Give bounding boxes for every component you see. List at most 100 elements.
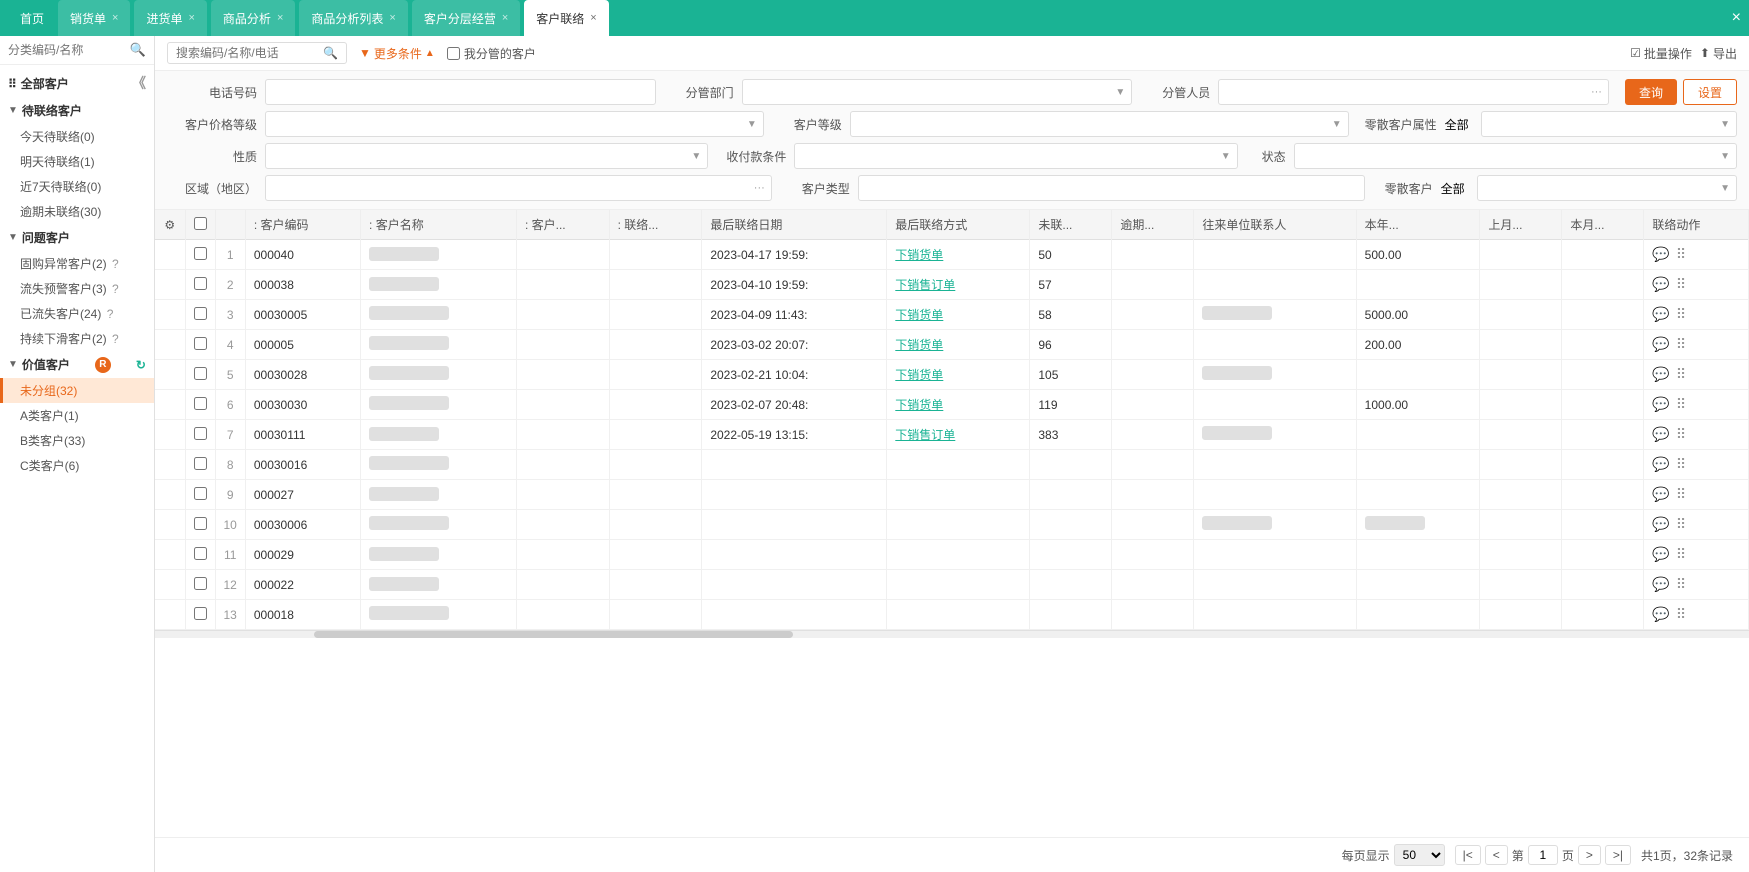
tab-product-analysis-close[interactable]: × — [277, 12, 283, 24]
per-page-select[interactable]: 50 100 200 — [1394, 844, 1445, 866]
sidebar-item-class-a[interactable]: A类客户(1) — [0, 403, 154, 428]
message-icon[interactable]: 💬 — [1652, 456, 1669, 473]
sidebar-item-abnormal-purchase[interactable]: 固购异常客户(2) ? — [0, 251, 154, 276]
nature-select[interactable]: ▼ — [265, 143, 708, 169]
sidebar-group-pending-contact[interactable]: ▼ 待联络客户 — [0, 97, 154, 124]
grid-icon[interactable]: ⠿ — [1676, 456, 1686, 473]
col-customer-code[interactable]: : 客户编码 — [245, 210, 360, 240]
grid-icon[interactable]: ⠿ — [1676, 486, 1686, 503]
message-icon[interactable]: 💬 — [1652, 306, 1669, 323]
tab-product-list[interactable]: 商品分析列表 × — [299, 0, 407, 36]
grid-icon[interactable]: ⠿ — [1676, 576, 1686, 593]
last-contact-type[interactable] — [887, 600, 1030, 630]
row-checkbox[interactable] — [194, 427, 207, 440]
scrollbar-thumb[interactable] — [314, 631, 792, 638]
sidebar-item-class-b[interactable]: B类客户(33) — [0, 428, 154, 453]
col-overdue[interactable]: 逾期... — [1112, 210, 1194, 240]
export-btn[interactable]: ⬆ 导出 — [1700, 45, 1737, 62]
last-contact-type[interactable] — [887, 450, 1030, 480]
tab-purchase[interactable]: 进货单 × — [134, 0, 206, 36]
customer-type-input[interactable] — [858, 175, 1365, 201]
message-icon[interactable]: 💬 — [1652, 516, 1669, 533]
row-checkbox[interactable] — [194, 517, 207, 530]
row-checkbox[interactable] — [194, 367, 207, 380]
filter-search-input[interactable] — [176, 46, 319, 60]
sidebar-item-declining[interactable]: 持续下滑客户(2) ? — [0, 326, 154, 351]
last-contact-type[interactable] — [887, 480, 1030, 510]
sidebar-item-churn-warning[interactable]: 流失预警客户(3) ? — [0, 276, 154, 301]
dept-select[interactable]: ▼ — [742, 79, 1133, 105]
select-all-checkbox[interactable] — [194, 217, 207, 230]
next-page-btn[interactable]: > — [1578, 845, 1601, 865]
tab-product-analysis[interactable]: 商品分析 × — [211, 0, 295, 36]
reset-button[interactable]: 设置 — [1683, 79, 1737, 105]
grid-icon[interactable]: ⠿ — [1676, 276, 1686, 293]
grid-icon[interactable]: ⠿ — [1676, 606, 1686, 623]
first-page-btn[interactable]: |< — [1455, 845, 1481, 865]
col-checkbox[interactable] — [185, 210, 215, 240]
col-last-contact-type[interactable]: 最后联络方式 — [887, 210, 1030, 240]
prev-page-btn[interactable]: < — [1485, 845, 1508, 865]
row-checkbox[interactable] — [194, 547, 207, 560]
window-close-button[interactable]: × — [1732, 9, 1741, 27]
sidebar-search-input[interactable] — [8, 43, 126, 57]
grid-icon[interactable]: ⠿ — [1676, 516, 1686, 533]
tab-purchase-close[interactable]: × — [188, 12, 194, 24]
row-checkbox[interactable] — [194, 307, 207, 320]
horizontal-scrollbar[interactable] — [155, 630, 1749, 638]
col-customer-name[interactable]: : 客户名称 — [361, 210, 517, 240]
col-last-contact-date[interactable]: 最后联络日期 — [702, 210, 887, 240]
col-not-contact[interactable]: 未联... — [1030, 210, 1112, 240]
last-contact-type-link[interactable]: 下销售订单 — [895, 428, 955, 442]
filter-more-btn[interactable]: ▼ 更多条件 ▲ — [359, 45, 435, 62]
sidebar-group-value-customers[interactable]: ▼ 价值客户 R ↻ — [0, 351, 154, 378]
last-contact-type-link[interactable]: 下销货单 — [895, 368, 943, 382]
tab-product-list-close[interactable]: × — [389, 12, 395, 24]
payment-select[interactable]: ▼ — [794, 143, 1237, 169]
message-icon[interactable]: 💬 — [1652, 276, 1669, 293]
all-customers-header[interactable]: ⠿全部客户 《 — [0, 65, 154, 97]
customer-level-select[interactable]: ▼ — [850, 111, 1349, 137]
row-checkbox[interactable] — [194, 577, 207, 590]
last-page-btn[interactable]: >| — [1605, 845, 1631, 865]
grid-icon[interactable]: ⠿ — [1676, 336, 1686, 353]
col-unit-contact[interactable]: 往来单位联系人 — [1194, 210, 1356, 240]
message-icon[interactable]: 💬 — [1652, 486, 1669, 503]
last-contact-type[interactable]: 下销货单 — [887, 240, 1030, 270]
message-icon[interactable]: 💬 — [1652, 426, 1669, 443]
col-this-year[interactable]: 本年... — [1356, 210, 1480, 240]
last-contact-type[interactable]: 下销售订单 — [887, 270, 1030, 300]
last-contact-type[interactable]: 下销货单 — [887, 390, 1030, 420]
last-contact-type[interactable]: 下销售订单 — [887, 420, 1030, 450]
grid-icon[interactable]: ⠿ — [1676, 426, 1686, 443]
row-checkbox[interactable] — [194, 277, 207, 290]
last-contact-type-link[interactable]: 下销货单 — [895, 338, 943, 352]
filter-search-icon[interactable]: 🔍 — [323, 46, 338, 60]
tab-customer-segment-close[interactable]: × — [502, 12, 508, 24]
row-checkbox[interactable] — [194, 607, 207, 620]
grid-icon[interactable]: ⠿ — [1676, 306, 1686, 323]
message-icon[interactable]: 💬 — [1652, 606, 1669, 623]
grid-icon[interactable]: ⠿ — [1676, 396, 1686, 413]
tab-home[interactable]: 首页 — [8, 0, 56, 36]
sidebar-item-today-pending[interactable]: 今天待联络(0) — [0, 124, 154, 149]
last-contact-type-link[interactable]: 下销售订单 — [895, 278, 955, 292]
row-checkbox[interactable] — [194, 337, 207, 350]
tab-sales-close[interactable]: × — [112, 12, 118, 24]
col-last-month[interactable]: 上月... — [1480, 210, 1562, 240]
sidebar-item-class-c[interactable]: C类客户(6) — [0, 453, 154, 478]
sidebar-item-week-pending[interactable]: 近7天待联络(0) — [0, 174, 154, 199]
phone-input[interactable] — [265, 79, 656, 105]
grid-icon[interactable]: ⠿ — [1676, 546, 1686, 563]
my-customers-checkbox[interactable] — [447, 47, 460, 60]
last-contact-type[interactable]: 下销货单 — [887, 360, 1030, 390]
sidebar-group-problem-customers[interactable]: ▼ 问题客户 — [0, 224, 154, 251]
message-icon[interactable]: 💬 — [1652, 396, 1669, 413]
message-icon[interactable]: 💬 — [1652, 246, 1669, 263]
tab-customer-segment[interactable]: 客户分层经营 × — [412, 0, 520, 36]
message-icon[interactable]: 💬 — [1652, 546, 1669, 563]
page-input[interactable] — [1528, 845, 1558, 865]
region-input[interactable]: ··· — [265, 175, 772, 201]
message-icon[interactable]: 💬 — [1652, 336, 1669, 353]
last-contact-type[interactable]: 下销货单 — [887, 300, 1030, 330]
